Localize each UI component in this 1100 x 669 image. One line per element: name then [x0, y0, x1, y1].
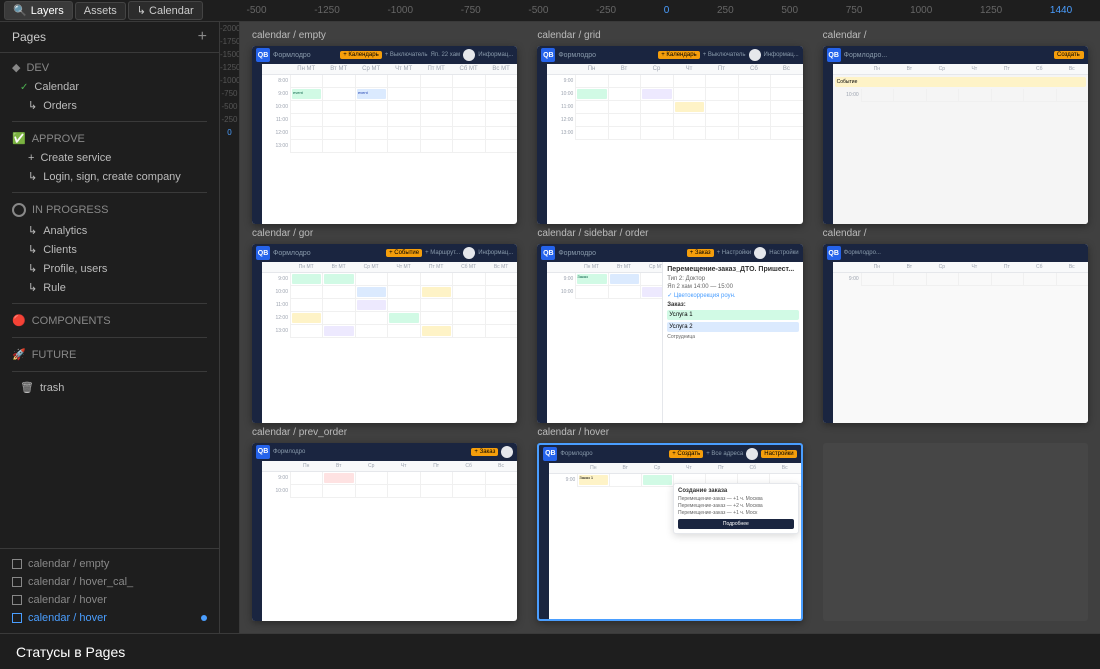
left-ruler: -2000 -1750 -1500 -1250 -1000 -750 -500 … — [220, 22, 240, 633]
sidebar-item-orders[interactable]: ↳ Orders — [0, 96, 219, 115]
section-approve: ✅ APPROVE — [0, 128, 219, 149]
frame-content-1: QB Формлодро + Календарь + Выключатель Я… — [252, 46, 517, 224]
sidebar-item-trash[interactable]: 🗑 trash — [0, 378, 219, 397]
mini-header-1: QB Формлодро + Календарь + Выключатель Я… — [252, 46, 517, 64]
separator-5 — [12, 371, 207, 372]
circle-icon — [12, 203, 26, 217]
frame-icon — [12, 577, 22, 587]
sidebar-item-analytics[interactable]: ↳ Analytics — [0, 221, 219, 240]
frame-label-1: calendar / empty — [252, 30, 326, 41]
section-components: 🔴 COMPONENTS — [0, 310, 219, 331]
frame-label-6: calendar / — [823, 228, 867, 239]
active-indicator — [201, 615, 207, 621]
separator-4 — [12, 337, 207, 338]
order-sidebar-panel: Перемещение-заказ_ДТО. Пришест... Тип 2:… — [662, 262, 802, 422]
separator-3 — [12, 303, 207, 304]
frame-label-5: calendar / sidebar / order — [537, 228, 648, 239]
tab-calendar[interactable]: ↳ Calendar — [128, 1, 203, 20]
frame-calendar-empty: calendar / empty QB Формлодро + Календар… — [252, 46, 517, 224]
frame-empty-9 — [823, 443, 1088, 621]
sidebar-frame-list: calendar / empty calendar / hover_cal_ c… — [0, 548, 219, 633]
frame-calendar-gor: calendar / gor QB Формлодро + Событие + … — [252, 244, 517, 422]
sidebar-header: Pages + — [0, 22, 219, 53]
tabs: 🔍 Layers Assets ↳ Calendar — [4, 1, 203, 20]
tab-bar: 🔍 Layers Assets ↳ Calendar -500 -1250 -1… — [0, 0, 1100, 22]
sidebar-item-create-service[interactable]: + Create service — [0, 149, 219, 167]
section-in-progress: IN PROGRESS — [0, 199, 219, 221]
frame-label-4: calendar / gor — [252, 228, 313, 239]
frame-calendar-prev-order: calendar / prev_order QB Формлодро + Зак… — [252, 443, 517, 621]
sidebar-item-clients[interactable]: ↳ Clients — [0, 240, 219, 259]
frame-item-2[interactable]: calendar / hover_cal_ — [0, 573, 219, 591]
mini-btn-1: + Календарь — [340, 51, 381, 59]
frame-calendar-sidebar-order: calendar / sidebar / order QB Формлодро … — [537, 244, 802, 422]
frame-item-1[interactable]: calendar / empty — [0, 555, 219, 573]
sidebar-item-calendar[interactable]: ✓ Calendar — [0, 78, 219, 96]
sidebar: Pages + ◆ DEV ✓ Calendar ↳ Orders ✅ — [0, 22, 220, 633]
hover-tooltip: Создание заказа Перемещение-заказ — +1 ч… — [673, 483, 799, 534]
frame-label-3: calendar / — [823, 30, 867, 41]
frame-icon — [12, 613, 22, 623]
separator-2 — [12, 192, 207, 193]
pages-title: Pages — [12, 30, 46, 44]
tab-assets[interactable]: Assets — [75, 2, 126, 20]
section-future: 🚀 FUTURE — [0, 344, 219, 365]
frame-calendar-hover: calendar / hover QB Формлодро + Создать … — [537, 443, 802, 621]
frame-label-2: calendar / grid — [537, 30, 600, 41]
frame-icon — [12, 559, 22, 569]
frame-item-4[interactable]: calendar / hover — [0, 609, 219, 627]
status-text: Статусы в Pages — [16, 644, 125, 660]
tab-layers[interactable]: 🔍 Layers — [4, 1, 73, 20]
sidebar-item-profile[interactable]: ↳ Profile, users — [0, 259, 219, 278]
check-icon: ✓ — [20, 82, 28, 93]
frame-calendar-grid: calendar / grid QB Формлодро + Календарь… — [537, 46, 802, 224]
sidebar-item-login[interactable]: ↳ Login, sign, create company — [0, 167, 219, 186]
ruler-numbers: -500 -1250 -1000 -750 -500 -250 0 250 50… — [203, 5, 1096, 16]
separator-1 — [12, 121, 207, 122]
frame-label-8: calendar / hover — [537, 427, 609, 438]
frame-calendar-6: calendar / QB Формлодро... Пн — [823, 244, 1088, 422]
section-dev: ◆ DEV — [0, 57, 219, 78]
frame-icon — [12, 595, 22, 605]
mini-nav-1: Формлодро — [273, 52, 337, 59]
status-bar: Статусы в Pages — [0, 633, 1100, 669]
frame-item-3[interactable]: calendar / hover — [0, 591, 219, 609]
canvas-area[interactable]: calendar / empty QB Формлодро + Календар… — [240, 22, 1100, 633]
add-page-button[interactable]: + — [198, 28, 207, 46]
frame-calendar-3: calendar / QB Формлодро... Создать — [823, 46, 1088, 224]
frame-label-7: calendar / prev_order — [252, 427, 347, 438]
main-area: Pages + ◆ DEV ✓ Calendar ↳ Orders ✅ — [0, 22, 1100, 633]
frames-grid: calendar / empty QB Формлодро + Календар… — [240, 22, 1100, 633]
sidebar-content: ◆ DEV ✓ Calendar ↳ Orders ✅ APPROVE + C — [0, 53, 219, 548]
mini-logo-1: QB — [256, 48, 270, 62]
search-icon: 🔍 — [13, 4, 27, 17]
canvas-wrapper: -2000 -1750 -1500 -1250 -1000 -750 -500 … — [220, 22, 1100, 633]
sidebar-item-rule[interactable]: ↳ Rule — [0, 278, 219, 297]
